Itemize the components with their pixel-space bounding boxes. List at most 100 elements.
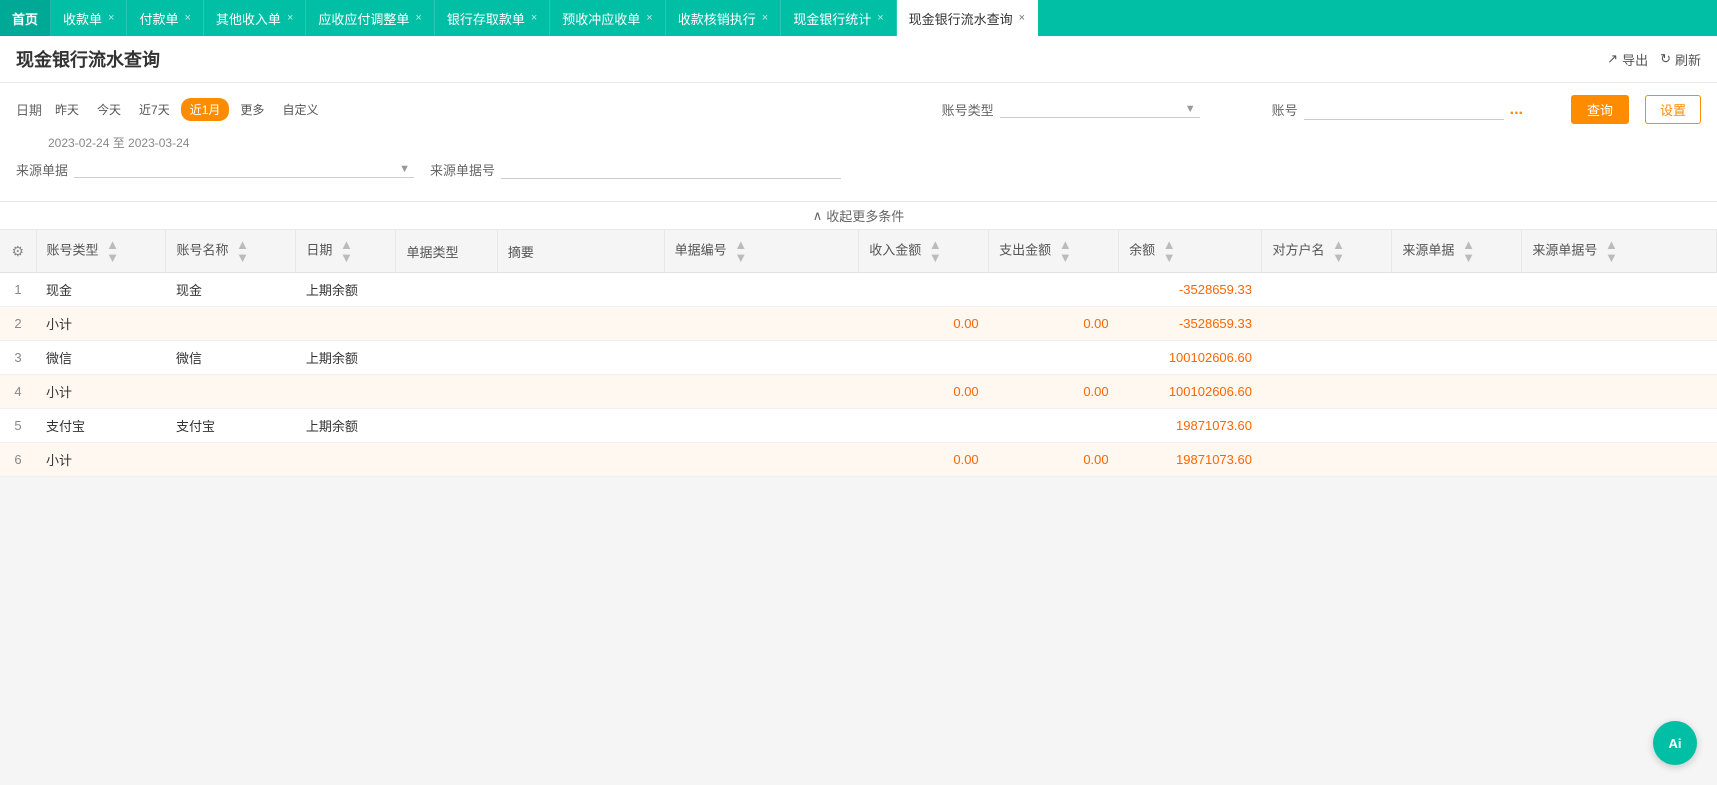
col-account-type[interactable]: 账号类型 ▲▼	[36, 230, 166, 273]
tab-close-6[interactable]: ×	[762, 12, 768, 24]
nav-tab-5[interactable]: 预收冲应收单 ×	[550, 0, 665, 36]
date-btn-today[interactable]: 今天	[90, 98, 128, 121]
sort-icon-source-doc: ▲▼	[1462, 238, 1475, 264]
cell-source-no	[1522, 341, 1717, 375]
col-doc-type-label: 单据类型	[406, 245, 458, 260]
cell-summary	[497, 443, 664, 477]
tab-close-8[interactable]: ×	[1019, 12, 1025, 24]
nav-tab-2[interactable]: 其他收入单 ×	[204, 0, 306, 36]
tab-label-4: 银行存取款单	[447, 9, 525, 28]
cell-account-type: 微信	[36, 341, 166, 375]
date-btn-yesterday[interactable]: 昨天	[48, 98, 86, 121]
tab-close-7[interactable]: ×	[877, 12, 883, 24]
header-actions: ↗ 导出 ↻ 刷新	[1607, 50, 1701, 69]
collapse-label: 收起更多条件	[826, 206, 904, 225]
cell-balance: -3528659.33	[1119, 307, 1262, 341]
table-row[interactable]: 3微信微信上期余额100102606.60	[0, 341, 1717, 375]
nav-tab-1[interactable]: 付款单 ×	[127, 0, 203, 36]
col-settings[interactable]: ⚙	[0, 230, 36, 273]
nav-tab-0[interactable]: 收款单 ×	[51, 0, 127, 36]
cell-counterpart	[1262, 443, 1392, 477]
table-row[interactable]: 4小计0.000.00100102606.60	[0, 375, 1717, 409]
col-doc-no[interactable]: 单据编号 ▲▼	[664, 230, 859, 273]
table-row[interactable]: 6小计0.000.0019871073.60	[0, 443, 1717, 477]
data-table: ⚙ 账号类型 ▲▼ 账号名称 ▲▼ 日期 ▲▼ 单据类型 摘	[0, 230, 1717, 477]
cell-summary	[497, 409, 664, 443]
cell-income	[859, 341, 989, 375]
cell-doc-type	[396, 443, 497, 477]
tab-close-0[interactable]: ×	[108, 12, 114, 24]
cell-source-doc	[1392, 341, 1522, 375]
ai-assistant-button[interactable]: Ai	[1653, 721, 1697, 765]
col-doc-type[interactable]: 单据类型	[396, 230, 497, 273]
nav-tab-6[interactable]: 收款核销执行 ×	[666, 0, 781, 36]
source-no-label: 来源单据号	[430, 160, 495, 179]
date-btn-custom[interactable]: 自定义	[275, 98, 325, 121]
tab-label-5: 预收冲应收单	[562, 9, 640, 28]
col-balance[interactable]: 余额 ▲▼	[1119, 230, 1262, 273]
tab-close-4[interactable]: ×	[531, 12, 537, 24]
nav-tab-4[interactable]: 银行存取款单 ×	[435, 0, 550, 36]
nav-tab-8[interactable]: 现金银行流水查询 ×	[897, 0, 1038, 36]
account-input[interactable]	[1304, 100, 1504, 120]
col-date-label: 日期	[306, 242, 332, 257]
date-filter: 日期 昨天 今天 近7天 近1月 更多 自定义	[16, 98, 325, 121]
tab-close-2[interactable]: ×	[287, 12, 293, 24]
cell-account-name: 微信	[166, 341, 296, 375]
cell-income	[859, 409, 989, 443]
col-date[interactable]: 日期 ▲▼	[296, 230, 396, 273]
cell-doc-type	[396, 409, 497, 443]
export-button[interactable]: ↗ 导出	[1607, 50, 1648, 69]
settings-button[interactable]: 设置	[1645, 95, 1701, 124]
date-btn-more[interactable]: 更多	[233, 98, 271, 121]
col-source-doc-label: 来源单据	[1402, 242, 1454, 257]
cell-doc-type	[396, 341, 497, 375]
col-expense-label: 支出金额	[999, 242, 1051, 257]
cell-doc-no	[664, 273, 859, 307]
table-row[interactable]: 1现金现金上期余额-3528659.33	[0, 273, 1717, 307]
table-row[interactable]: 5支付宝支付宝上期余额19871073.60	[0, 409, 1717, 443]
col-source-no[interactable]: 来源单据号 ▲▼	[1522, 230, 1717, 273]
col-source-doc[interactable]: 来源单据 ▲▼	[1392, 230, 1522, 273]
date-btn-7days[interactable]: 近7天	[132, 98, 177, 121]
cell-source-doc	[1392, 375, 1522, 409]
cell-source-no	[1522, 409, 1717, 443]
cell-date	[296, 307, 396, 341]
table-settings-icon[interactable]: ⚙	[11, 243, 24, 259]
col-income[interactable]: 收入金额 ▲▼	[859, 230, 989, 273]
tab-close-5[interactable]: ×	[646, 12, 652, 24]
cell-account-type: 小计	[36, 443, 166, 477]
tab-close-1[interactable]: ×	[184, 12, 190, 24]
cell-counterpart	[1262, 307, 1392, 341]
col-account-name[interactable]: 账号名称 ▲▼	[166, 230, 296, 273]
col-summary[interactable]: 摘要	[497, 230, 664, 273]
date-btn-1month[interactable]: 近1月	[181, 98, 230, 121]
nav-home[interactable]: 首页	[0, 0, 51, 36]
nav-tab-7[interactable]: 现金银行统计 ×	[781, 0, 896, 36]
account-type-filter: 账号类型 ▼	[942, 100, 1200, 119]
col-counterpart[interactable]: 对方户名 ▲▼	[1262, 230, 1392, 273]
query-button[interactable]: 查询	[1571, 95, 1629, 124]
tab-label-3: 应收应付调整单	[318, 9, 409, 28]
refresh-button[interactable]: ↻ 刷新	[1660, 50, 1701, 69]
cell-balance: 19871073.60	[1119, 443, 1262, 477]
sort-icon-account-name: ▲▼	[236, 238, 249, 264]
source-doc-select[interactable]: ▼	[74, 161, 414, 178]
nav-tab-3[interactable]: 应收应付调整单 ×	[306, 0, 434, 36]
cell-source-no	[1522, 273, 1717, 307]
cell-source-doc	[1392, 273, 1522, 307]
cell-income: 0.00	[859, 307, 989, 341]
account-type-select[interactable]: ▼	[1000, 101, 1200, 118]
source-no-input[interactable]	[501, 159, 841, 179]
sort-icon-account-type: ▲▼	[106, 238, 119, 264]
cell-doc-type	[396, 375, 497, 409]
tab-close-3[interactable]: ×	[415, 12, 421, 24]
table-row[interactable]: 2小计0.000.00-3528659.33	[0, 307, 1717, 341]
collapse-bar[interactable]: ∧ 收起更多条件	[0, 202, 1717, 230]
account-dots-button[interactable]: ...	[1510, 101, 1523, 119]
account-type-arrow-icon: ▼	[1185, 103, 1196, 115]
col-expense[interactable]: 支出金额 ▲▼	[989, 230, 1119, 273]
cell-income	[859, 273, 989, 307]
cell-doc-no	[664, 409, 859, 443]
cell-account-type: 现金	[36, 273, 166, 307]
